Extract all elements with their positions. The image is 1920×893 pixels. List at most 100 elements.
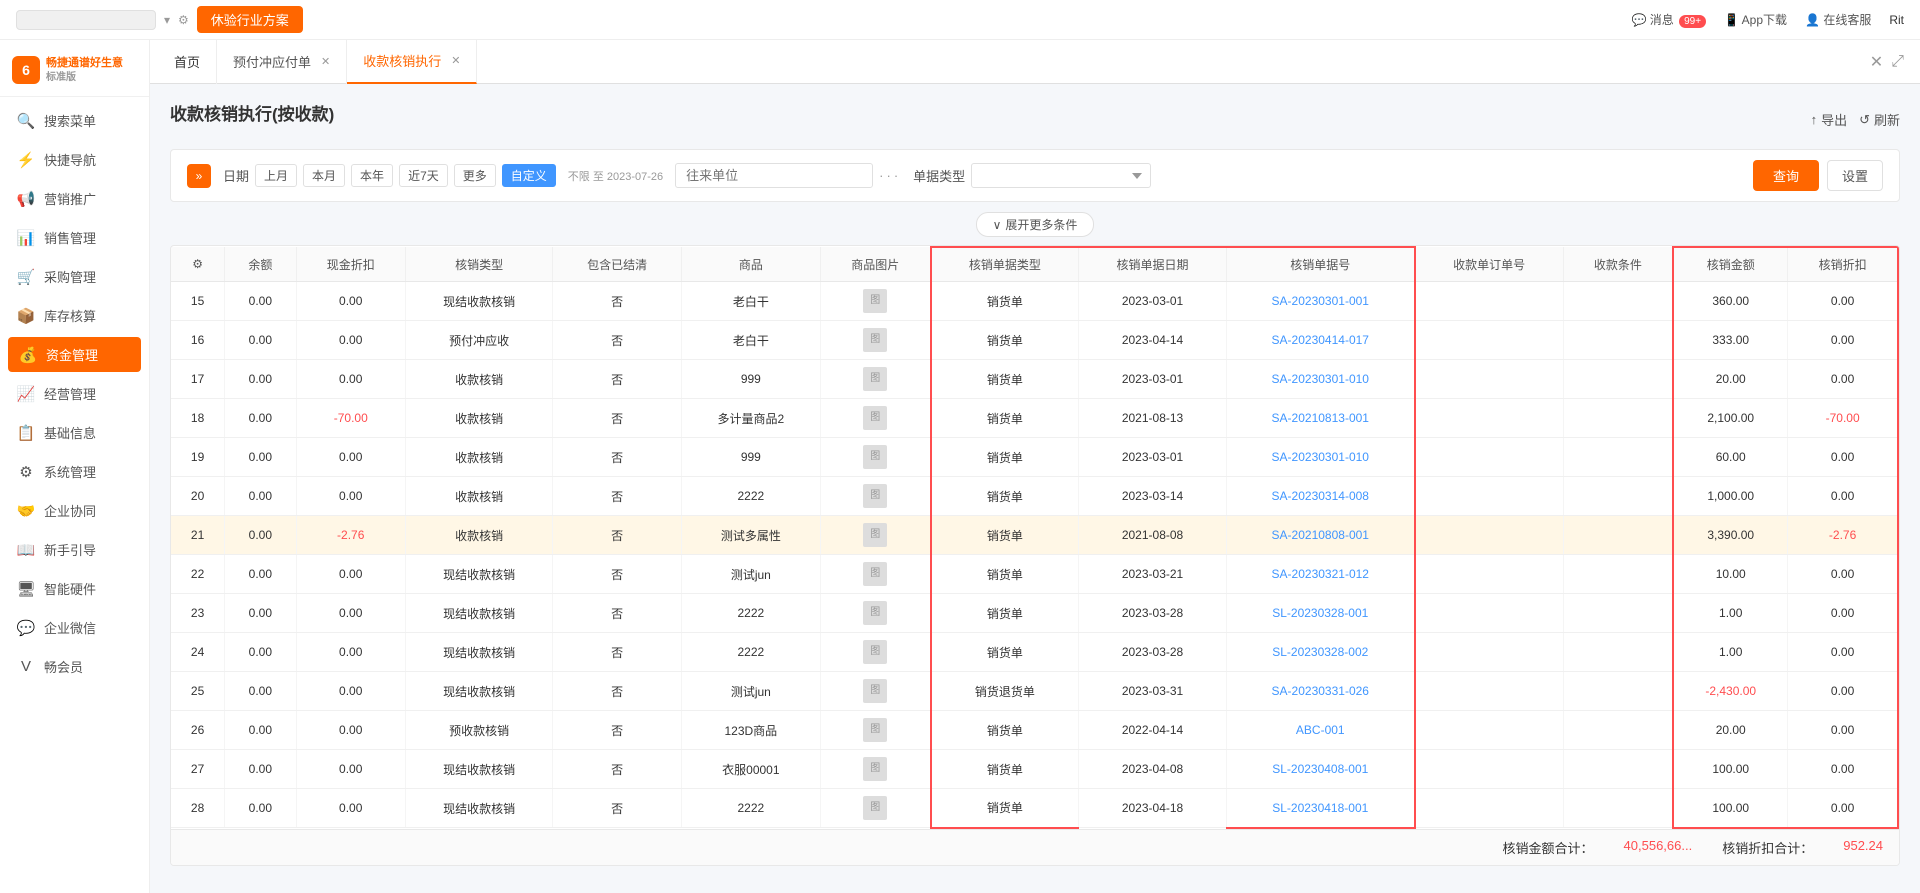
- bill-type-select[interactable]: [971, 163, 1151, 188]
- dropdown-icon[interactable]: ▾: [164, 13, 170, 27]
- sidebar-item-collab[interactable]: 🤝 企业协同: [0, 491, 149, 530]
- message-link[interactable]: 💬 消息 99+: [1631, 11, 1706, 28]
- cell-goods-img: 图: [820, 399, 930, 438]
- table-row: 21 0.00 -2.76 收款核销 否 测试多属性 图 销货单 2021-08…: [171, 516, 1898, 555]
- setting-btn[interactable]: 设置: [1827, 160, 1883, 191]
- counterparty-input[interactable]: [675, 163, 873, 188]
- search-input[interactable]: [16, 10, 156, 30]
- sidebar-item-search[interactable]: 🔍 搜索菜单: [0, 101, 149, 140]
- cell-goods-img: 图: [820, 711, 930, 750]
- chevron-down-icon: ∨: [993, 218, 1002, 232]
- inventory-icon: 📦: [16, 307, 36, 325]
- refresh-btn[interactable]: ↺ 刷新: [1859, 110, 1900, 129]
- cell-cancel-type: 现结收款核销: [405, 594, 552, 633]
- maximize-window-btn[interactable]: ⤢: [1891, 52, 1904, 72]
- tab-receipt[interactable]: 收款核销执行 ✕: [347, 40, 477, 84]
- cell-id: 21: [171, 516, 225, 555]
- sidebar-item-system[interactable]: ⚙ 系统管理: [0, 452, 149, 491]
- bill-no-link[interactable]: SL-20230408-001: [1272, 762, 1368, 776]
- table-row: 17 0.00 0.00 收款核销 否 999 图 销货单 2023-03-01…: [171, 360, 1898, 399]
- sidebar-item-hardware[interactable]: 🖥 智能硬件: [0, 569, 149, 608]
- tab-prepay-close[interactable]: ✕: [321, 55, 330, 68]
- table-row: 23 0.00 0.00 现结收款核销 否 2222 图 销货单 2023-03…: [171, 594, 1898, 633]
- cell-cash-discount: 0.00: [296, 672, 405, 711]
- sidebar-item-marketing[interactable]: 📢 营销推广: [0, 179, 149, 218]
- tab-home[interactable]: 首页: [158, 40, 217, 84]
- date-filter-group: 日期 上月 本月 本年 近7天 更多 自定义: [223, 164, 556, 187]
- export-btn[interactable]: ↑ 导出: [1811, 110, 1848, 129]
- cell-include-settled: 否: [553, 399, 681, 438]
- date-7days-btn[interactable]: 近7天: [399, 164, 448, 187]
- col-header-receipt-cond: 收款条件: [1563, 247, 1673, 282]
- cell-balance: 0.00: [225, 360, 296, 399]
- query-btn[interactable]: 查询: [1753, 160, 1819, 191]
- date-this-month-btn[interactable]: 本月: [303, 164, 345, 187]
- online-service-link[interactable]: 👤 在线客服: [1805, 11, 1871, 28]
- sidebar-item-finance[interactable]: 💰 资金管理: [8, 337, 141, 372]
- cell-goods: 2222: [681, 633, 820, 672]
- date-more-btn[interactable]: 更多: [454, 164, 496, 187]
- sidebar-item-quick[interactable]: ⚡ 快捷导航: [0, 140, 149, 179]
- sidebar-item-basic[interactable]: 📋 基础信息: [0, 413, 149, 452]
- sidebar-item-inventory[interactable]: 📦 库存核算: [0, 296, 149, 335]
- logo-icon: 6: [12, 56, 40, 84]
- bill-no-link[interactable]: SA-20210813-001: [1272, 411, 1369, 425]
- col-header-gear[interactable]: ⚙: [171, 247, 225, 282]
- bill-no-link[interactable]: SA-20230301-010: [1272, 372, 1369, 386]
- cell-receipt-order-no: [1415, 555, 1563, 594]
- col-header-cancel-type: 核销类型: [405, 247, 552, 282]
- bill-no-link[interactable]: SL-20230328-001: [1272, 606, 1368, 620]
- cell-cancel-type: 预付冲应收: [405, 321, 552, 360]
- toolbar-expand-btn[interactable]: »: [187, 164, 211, 188]
- cell-receipt-cond: [1563, 789, 1673, 828]
- cell-balance: 0.00: [225, 555, 296, 594]
- close-window-btn[interactable]: ✕: [1870, 52, 1883, 72]
- cell-id: 22: [171, 555, 225, 594]
- cell-cash-discount: 0.00: [296, 750, 405, 789]
- refresh-icon: ↺: [1859, 112, 1870, 128]
- sidebar-item-purchase[interactable]: 🛒 采购管理: [0, 257, 149, 296]
- cell-bill-no: SL-20230408-001: [1226, 750, 1415, 789]
- collab-icon: 🤝: [16, 502, 36, 520]
- sidebar-item-member[interactable]: V 畅会员: [0, 647, 149, 686]
- cell-cash-discount: 0.00: [296, 594, 405, 633]
- bill-no-link[interactable]: SL-20230418-001: [1272, 801, 1368, 815]
- app-download-link[interactable]: 📱 App下载: [1724, 11, 1787, 28]
- cell-bill-type: 销货单: [931, 555, 1079, 594]
- bill-no-link[interactable]: SA-20230314-008: [1272, 489, 1369, 503]
- member-icon: V: [16, 658, 36, 675]
- cell-cancel-amount: 1.00: [1673, 594, 1787, 633]
- cell-bill-type: 销货单: [931, 321, 1079, 360]
- date-last-month-btn[interactable]: 上月: [255, 164, 297, 187]
- expand-more-btn[interactable]: ∨ 展开更多条件: [976, 212, 1095, 237]
- sidebar: 6 畅捷通谱好生意 标准版 🔍 搜索菜单 ⚡ 快捷导航 📢 营销推广 📊 销售管…: [0, 40, 150, 893]
- cell-bill-no: SA-20230321-012: [1226, 555, 1415, 594]
- operations-icon: 📈: [16, 385, 36, 403]
- bill-no-link[interactable]: SA-20230414-017: [1272, 333, 1369, 347]
- bill-no-link[interactable]: SL-20230328-002: [1272, 645, 1368, 659]
- date-this-year-btn[interactable]: 本年: [351, 164, 393, 187]
- bill-no-link[interactable]: SA-20230331-026: [1272, 684, 1369, 698]
- gear-icon[interactable]: ⚙: [178, 13, 189, 27]
- cell-id: 20: [171, 477, 225, 516]
- sidebar-item-sales[interactable]: 📊 销售管理: [0, 218, 149, 257]
- bill-no-link[interactable]: SA-20210808-001: [1272, 528, 1369, 542]
- sidebar-item-wechat[interactable]: 💬 企业微信: [0, 608, 149, 647]
- cell-cancel-amount: 100.00: [1673, 750, 1787, 789]
- sidebar-item-guide[interactable]: 📖 新手引导: [0, 530, 149, 569]
- bill-no-link[interactable]: ABC-001: [1296, 723, 1345, 737]
- date-custom-btn[interactable]: 自定义: [502, 164, 556, 187]
- col-header-goods-img: 商品图片: [820, 247, 930, 282]
- purchase-icon: 🛒: [16, 268, 36, 286]
- bill-no-link[interactable]: SA-20230321-012: [1272, 567, 1369, 581]
- counterparty-more-dots[interactable]: ···: [879, 168, 901, 183]
- bill-no-link[interactable]: SA-20230301-010: [1272, 450, 1369, 464]
- bill-no-link[interactable]: SA-20230301-001: [1272, 294, 1369, 308]
- tab-receipt-close[interactable]: ✕: [451, 54, 460, 67]
- table-row: 27 0.00 0.00 现结收款核销 否 衣服00001 图 销货单 2023…: [171, 750, 1898, 789]
- industry-btn[interactable]: 休验行业方案: [197, 6, 303, 33]
- sidebar-label-collab: 企业协同: [44, 501, 96, 520]
- sidebar-item-operations[interactable]: 📈 经营管理: [0, 374, 149, 413]
- tab-prepay[interactable]: 预付冲应付单 ✕: [217, 40, 347, 84]
- cell-cancel-discount: 0.00: [1788, 750, 1898, 789]
